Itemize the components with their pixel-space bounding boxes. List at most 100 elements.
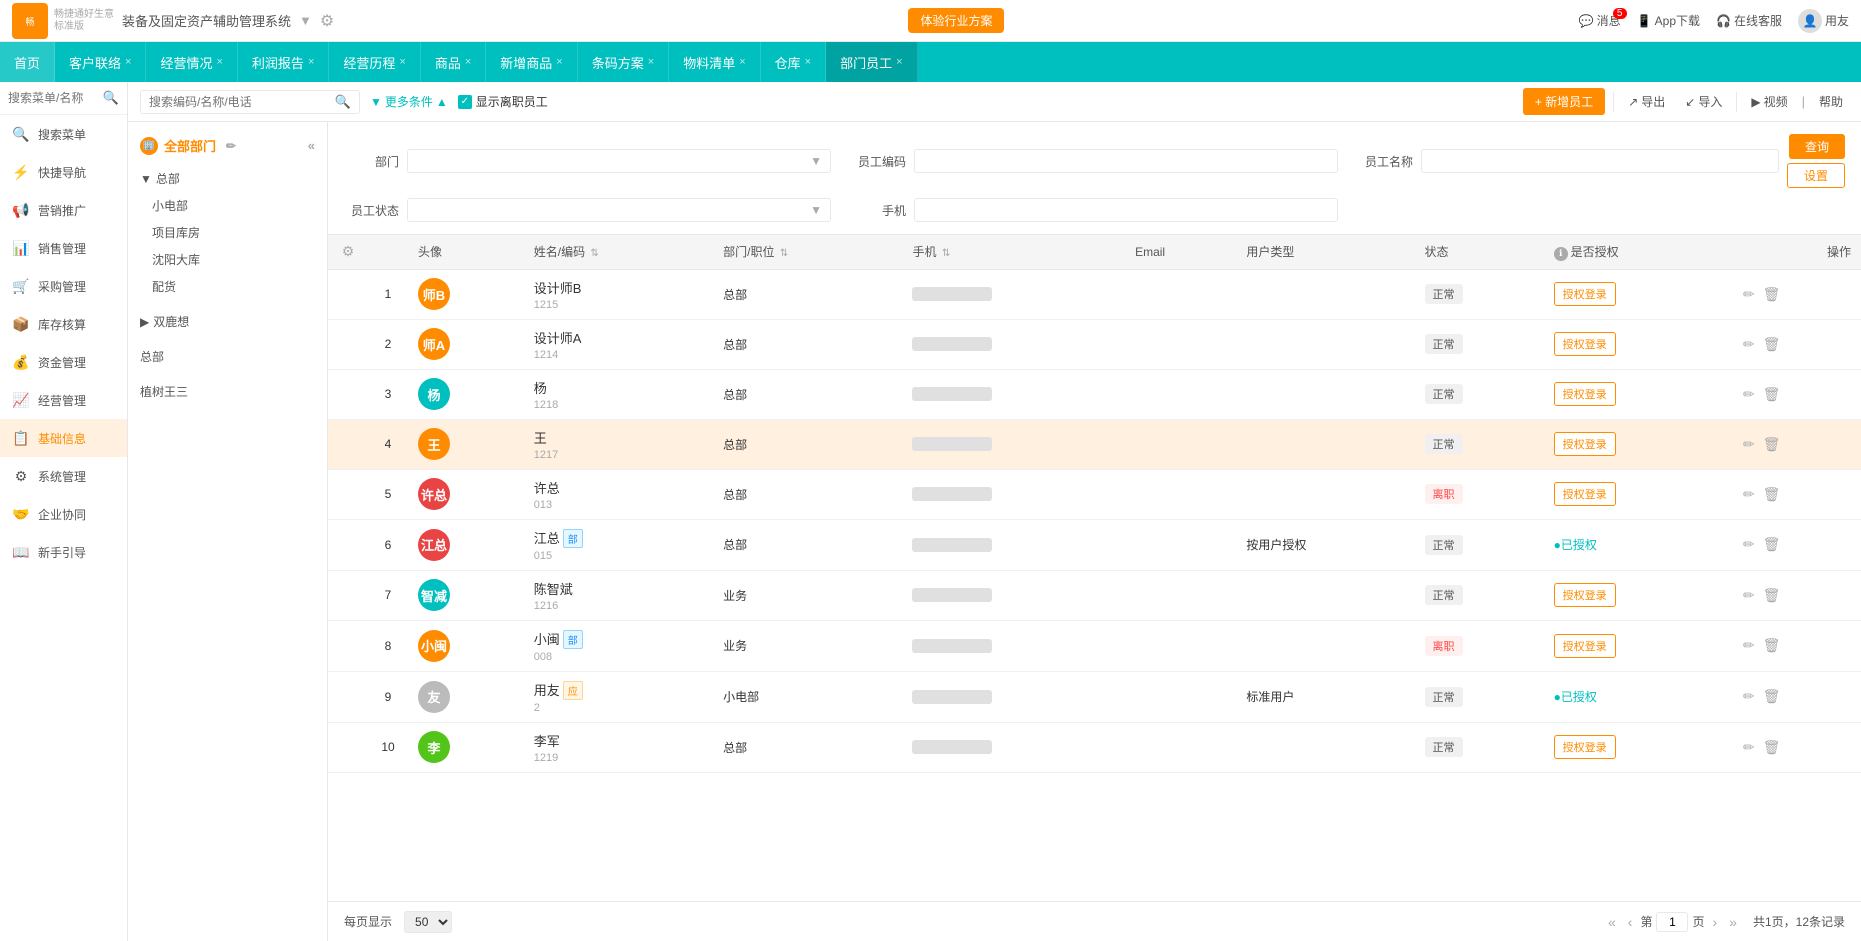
nav-tab-物料清单[interactable]: 物料清单 × <box>669 42 760 82</box>
sidebar-item-sys-mgmt[interactable]: ⚙系统管理 <box>0 457 127 495</box>
auth-login-button[interactable]: 授权登录 <box>1554 583 1616 607</box>
sidebar-item-basic-info[interactable]: 📋基础信息 <box>0 419 127 457</box>
sidebar-item-enterprise[interactable]: 🤝企业协同 <box>0 495 127 533</box>
auth-login-button[interactable]: 授权登录 <box>1554 282 1616 306</box>
close-tab-icon[interactable]: × <box>465 56 471 68</box>
edit-button[interactable]: ✏ <box>1743 386 1755 403</box>
sidebar-item-quick-nav[interactable]: ⚡快捷导航 <box>0 153 127 191</box>
auth-login-button[interactable]: 授权登录 <box>1554 382 1616 406</box>
close-tab-icon[interactable]: × <box>739 56 745 68</box>
dept-item-shenyangdaku[interactable]: 沈阳大库 <box>128 246 327 273</box>
delete-button[interactable]: 🗑 <box>1763 739 1781 756</box>
app-download-button[interactable]: 📱 App下载 <box>1637 12 1700 29</box>
auth-login-button[interactable]: 授权登录 <box>1554 482 1616 506</box>
sidebar-item-operations[interactable]: 📈经营管理 <box>0 381 127 419</box>
edit-button[interactable]: ✏ <box>1743 587 1755 604</box>
nav-tab-首页[interactable]: 首页 <box>0 42 55 82</box>
delete-button[interactable]: 🗑 <box>1763 336 1781 353</box>
delete-button[interactable]: 🗑 <box>1763 637 1781 654</box>
dept-tree-header[interactable]: 🏢 全部部门 ✏ « <box>128 130 327 161</box>
nav-tab-利润报告[interactable]: 利润报告 × <box>238 42 329 82</box>
close-tab-icon[interactable]: × <box>648 56 654 68</box>
query-button[interactable]: 查询 <box>1789 134 1845 159</box>
nav-tab-商品[interactable]: 商品 × <box>421 42 486 82</box>
col-settings[interactable]: ⚙ <box>328 235 368 269</box>
show-resigned-toggle[interactable]: ✓ 显示离职员工 <box>458 93 548 110</box>
export-button[interactable]: ↗ 导出 <box>1622 89 1671 114</box>
sidebar-item-inventory[interactable]: 📦库存核算 <box>0 305 127 343</box>
delete-button[interactable]: 🗑 <box>1763 587 1781 604</box>
edit-icon[interactable]: ✏ <box>226 139 236 153</box>
col-dept[interactable]: 部门/职位 ⇅ <box>713 235 902 269</box>
nav-tab-客户联络[interactable]: 客户联络 × <box>55 42 146 82</box>
delete-button[interactable]: 🗑 <box>1763 386 1781 403</box>
show-resigned-checkbox[interactable]: ✓ <box>458 95 472 109</box>
settings-icon[interactable]: ⚙ <box>320 11 334 31</box>
more-filter-button[interactable]: ▼ 更多条件 ▲ <box>360 89 458 114</box>
last-page-button[interactable]: » <box>1725 912 1741 932</box>
auth-login-button[interactable]: 授权登录 <box>1554 432 1616 456</box>
close-tab-icon[interactable]: × <box>556 56 562 68</box>
filter-empcode-input[interactable] <box>914 149 1338 173</box>
sidebar-item-marketing[interactable]: 📢营销推广 <box>0 191 127 229</box>
online-service-button[interactable]: 🎧 在线客服 <box>1716 12 1782 29</box>
trial-button[interactable]: 体验行业方案 <box>908 8 1004 33</box>
close-tab-icon[interactable]: × <box>399 56 405 68</box>
reset-button[interactable]: 设置 <box>1787 163 1845 188</box>
filter-phone-input[interactable] <box>914 198 1338 222</box>
dropdown-icon[interactable]: ▼ <box>299 13 312 28</box>
filter-empname-input[interactable] <box>1421 149 1779 173</box>
delete-button[interactable]: 🗑 <box>1763 486 1781 503</box>
dept-group-label-zhishu[interactable]: 植树王三 <box>128 378 327 405</box>
employee-search-input[interactable] <box>149 95 329 109</box>
col-name[interactable]: 姓名/编码 ⇅ <box>524 235 713 269</box>
auth-login-button[interactable]: 授权登录 <box>1554 332 1616 356</box>
nav-tab-经营情况[interactable]: 经营情况 × <box>146 42 237 82</box>
sidebar-item-purchase[interactable]: 🛒采购管理 <box>0 267 127 305</box>
close-tab-icon[interactable]: × <box>125 56 131 68</box>
close-tab-icon[interactable]: × <box>896 56 902 68</box>
close-tab-icon[interactable]: × <box>805 56 811 68</box>
collapse-icon[interactable]: « <box>308 138 315 153</box>
col-phone[interactable]: 手机 ⇅ <box>902 235 1125 269</box>
col-gear-icon[interactable]: ⚙ <box>342 243 355 259</box>
nav-tab-经营历程[interactable]: 经营历程 × <box>329 42 420 82</box>
edit-button[interactable]: ✏ <box>1743 336 1755 353</box>
edit-button[interactable]: ✏ <box>1743 536 1755 553</box>
user-menu-button[interactable]: 👤 用友 <box>1798 9 1849 33</box>
delete-button[interactable]: 🗑 <box>1763 688 1781 705</box>
nav-tab-条码方案[interactable]: 条码方案 × <box>578 42 669 82</box>
nav-tab-部门员工[interactable]: 部门员工 × <box>826 42 917 82</box>
dept-group-label-zongbu[interactable]: ▼ 总部 <box>128 165 327 192</box>
sidebar-item-guide[interactable]: 📖新手引导 <box>0 533 127 571</box>
help-button[interactable]: 帮助 <box>1813 89 1849 114</box>
sidebar-item-finance[interactable]: 💰资金管理 <box>0 343 127 381</box>
next-page-button[interactable]: › <box>1709 912 1722 932</box>
page-number-input[interactable] <box>1656 912 1688 932</box>
message-button[interactable]: 💬 消息 5 <box>1579 12 1621 29</box>
close-tab-icon[interactable]: × <box>216 56 222 68</box>
filter-dept-select[interactable]: ▼ <box>407 149 831 173</box>
dept-item-xiangmulib[interactable]: 项目库房 <box>128 219 327 246</box>
delete-button[interactable]: 🗑 <box>1763 436 1781 453</box>
edit-button[interactable]: ✏ <box>1743 637 1755 654</box>
close-tab-icon[interactable]: × <box>308 56 314 68</box>
dept-item-peihuo[interactable]: 配货 <box>128 273 327 300</box>
auth-login-button[interactable]: 授权登录 <box>1554 735 1616 759</box>
first-page-button[interactable]: « <box>1604 912 1620 932</box>
sidebar-search-input[interactable] <box>8 91 99 105</box>
edit-button[interactable]: ✏ <box>1743 436 1755 453</box>
add-employee-button[interactable]: + 新增员工 <box>1523 88 1605 115</box>
nav-tab-新增商品[interactable]: 新增商品 × <box>486 42 577 82</box>
prev-page-button[interactable]: ‹ <box>1624 912 1637 932</box>
filter-empstatus-select[interactable]: ▼ <box>407 198 831 222</box>
nav-tab-仓库[interactable]: 仓库 × <box>761 42 826 82</box>
dept-group-label-zongbu2[interactable]: 总部 <box>128 343 327 370</box>
sidebar-item-sales[interactable]: 📊销售管理 <box>0 229 127 267</box>
edit-button[interactable]: ✏ <box>1743 739 1755 756</box>
edit-button[interactable]: ✏ <box>1743 286 1755 303</box>
video-button[interactable]: ▶ 视频 <box>1745 89 1793 114</box>
dept-group-label-shuanglu[interactable]: ▶ 双鹿想 <box>128 308 327 335</box>
per-page-select[interactable]: 50 <box>404 911 452 933</box>
sidebar-item-search-menu[interactable]: 🔍搜索菜单 <box>0 115 127 153</box>
